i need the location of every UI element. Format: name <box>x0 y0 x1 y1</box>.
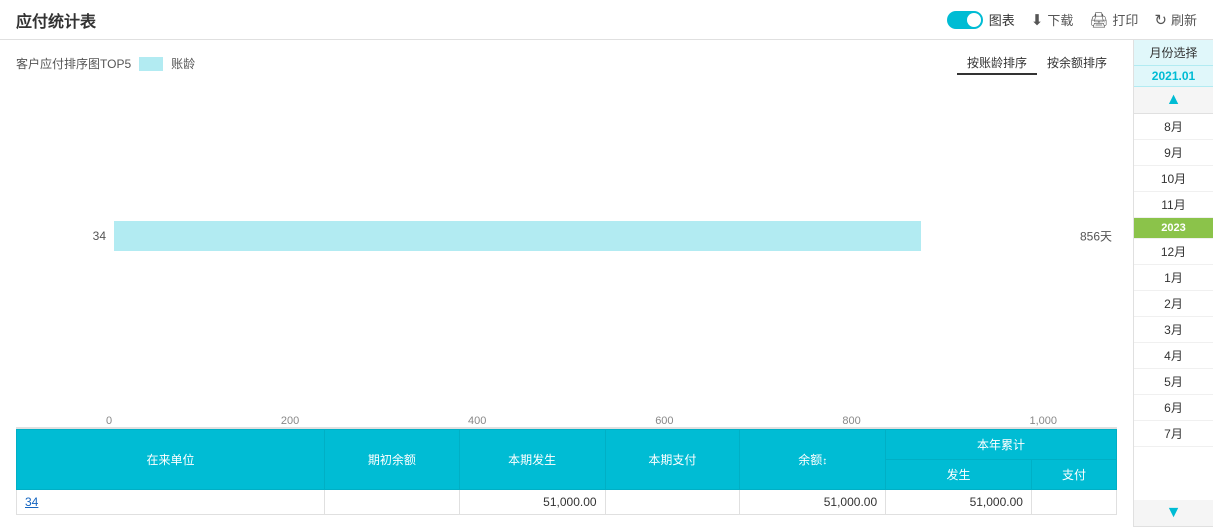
chart-toggle[interactable] <box>947 11 983 29</box>
col-opening: 期初余额 <box>325 430 460 490</box>
bar-label: 34 <box>76 229 106 243</box>
month-item[interactable]: 6月 <box>1134 395 1213 421</box>
month-item[interactable]: 1月 <box>1134 265 1213 291</box>
col-balance: 余额↕ <box>740 430 886 490</box>
app-header: 应付统计表 图表 ⬇ 下载 🖨 打印 ↻ 刷新 <box>0 0 1213 40</box>
sort-buttons: 按账龄排序 按余额排序 <box>957 52 1117 75</box>
unit-link[interactable]: 34 <box>25 495 38 509</box>
month-item[interactable]: 10月 <box>1134 166 1213 192</box>
cell-payment <box>605 490 740 515</box>
chart-legend: 客户应付排序图TOP5 账龄 <box>16 55 195 72</box>
cell-occurrence: 51,000.00 <box>459 490 605 515</box>
bar-fill <box>114 221 921 251</box>
legend-box <box>139 57 163 71</box>
col-ytd-payment: 支付 <box>1031 460 1116 490</box>
download-icon: ⬇ <box>1031 11 1044 29</box>
year-marker: 2023 <box>1134 218 1213 239</box>
cell-ytd-occurrence: 51,000.00 <box>886 490 1032 515</box>
month-item[interactable]: 5月 <box>1134 369 1213 395</box>
chart-toggle-label: 图表 <box>989 10 1015 29</box>
data-table: 在来单位 期初余额 本期发生 本期支付 余额↕ 本年累计 发生 支付 34 <box>16 429 1117 515</box>
refresh-button[interactable]: ↻ 刷新 <box>1154 10 1197 29</box>
month-item[interactable]: 8月 <box>1134 114 1213 140</box>
x-tick: 600 <box>655 415 673 427</box>
up-arrow-icon: ▲ <box>1166 91 1182 109</box>
x-tick: 1,000 <box>1029 415 1057 427</box>
sort-by-age-button[interactable]: 按账龄排序 <box>957 52 1037 75</box>
down-arrow-icon: ▼ <box>1166 504 1182 522</box>
col-ytd: 本年累计 <box>886 430 1117 460</box>
cell-ytd-payment <box>1031 490 1116 515</box>
legend-label: 账龄 <box>171 55 195 72</box>
col-ytd-occurrence: 发生 <box>886 460 1032 490</box>
bar-chart: 34 856天 <box>16 83 1117 413</box>
print-button[interactable]: 🖨 打印 <box>1089 10 1138 29</box>
x-tick: 800 <box>842 415 860 427</box>
month-item[interactable]: 7月 <box>1134 421 1213 447</box>
sort-by-balance-button[interactable]: 按余额排序 <box>1037 52 1117 75</box>
sidebar-nav-down[interactable]: ▼ <box>1134 500 1213 527</box>
refresh-icon: ↻ <box>1154 11 1167 29</box>
month-item[interactable]: 12月 <box>1134 239 1213 265</box>
x-axis: 0 200 400 600 800 1,000 <box>16 415 1117 427</box>
main-content: 客户应付排序图TOP5 账龄 按账龄排序 按余额排序 34 856天 0 200 <box>0 40 1213 527</box>
sidebar-header: 月份选择 <box>1134 40 1213 66</box>
chart-toggle-wrap[interactable]: 图表 <box>947 10 1015 29</box>
bar-track: 856天 <box>114 221 1057 251</box>
sidebar: 月份选择 2021.01 ▲ 8月 9月 10月 11月 2023 12月 1月… <box>1133 40 1213 527</box>
bar-end-label: 856天 <box>1080 228 1112 245</box>
x-tick: 200 <box>281 415 299 427</box>
chart-top-label: 客户应付排序图TOP5 <box>16 55 131 72</box>
month-item[interactable]: 11月 <box>1134 192 1213 218</box>
x-tick: 400 <box>468 415 486 427</box>
bar-row: 34 856天 <box>76 221 1057 251</box>
sidebar-selected-year[interactable]: 2021.01 <box>1134 66 1213 87</box>
chart-header: 客户应付排序图TOP5 账龄 按账龄排序 按余额排序 <box>16 52 1117 75</box>
cell-unit: 34 <box>17 490 325 515</box>
x-tick: 0 <box>106 415 112 427</box>
cell-balance: 51,000.00 <box>740 490 886 515</box>
month-item[interactable]: 4月 <box>1134 343 1213 369</box>
page-title: 应付统计表 <box>16 8 96 32</box>
table-header-row1: 在来单位 期初余额 本期发生 本期支付 余额↕ 本年累计 <box>17 430 1117 460</box>
month-item[interactable]: 3月 <box>1134 317 1213 343</box>
print-icon: 🖨 <box>1089 11 1108 29</box>
month-item[interactable]: 2月 <box>1134 291 1213 317</box>
month-item[interactable]: 9月 <box>1134 140 1213 166</box>
sidebar-nav-up[interactable]: ▲ <box>1134 87 1213 114</box>
cell-opening <box>325 490 460 515</box>
header-actions: 图表 ⬇ 下载 🖨 打印 ↻ 刷新 <box>947 10 1197 29</box>
table-section: 在来单位 期初余额 本期发生 本期支付 余额↕ 本年累计 发生 支付 34 <box>16 427 1117 515</box>
download-button[interactable]: ⬇ 下载 <box>1031 10 1074 29</box>
sidebar-months: 8月 9月 10月 11月 2023 12月 1月 2月 3月 4月 5月 6月… <box>1134 114 1213 500</box>
table-row: 34 51,000.00 51,000.00 51,000.00 <box>17 490 1117 515</box>
col-payment: 本期支付 <box>605 430 740 490</box>
chart-area: 客户应付排序图TOP5 账龄 按账龄排序 按余额排序 34 856天 0 200 <box>0 40 1133 527</box>
col-occurrence: 本期发生 <box>459 430 605 490</box>
col-unit: 在来单位 <box>17 430 325 490</box>
